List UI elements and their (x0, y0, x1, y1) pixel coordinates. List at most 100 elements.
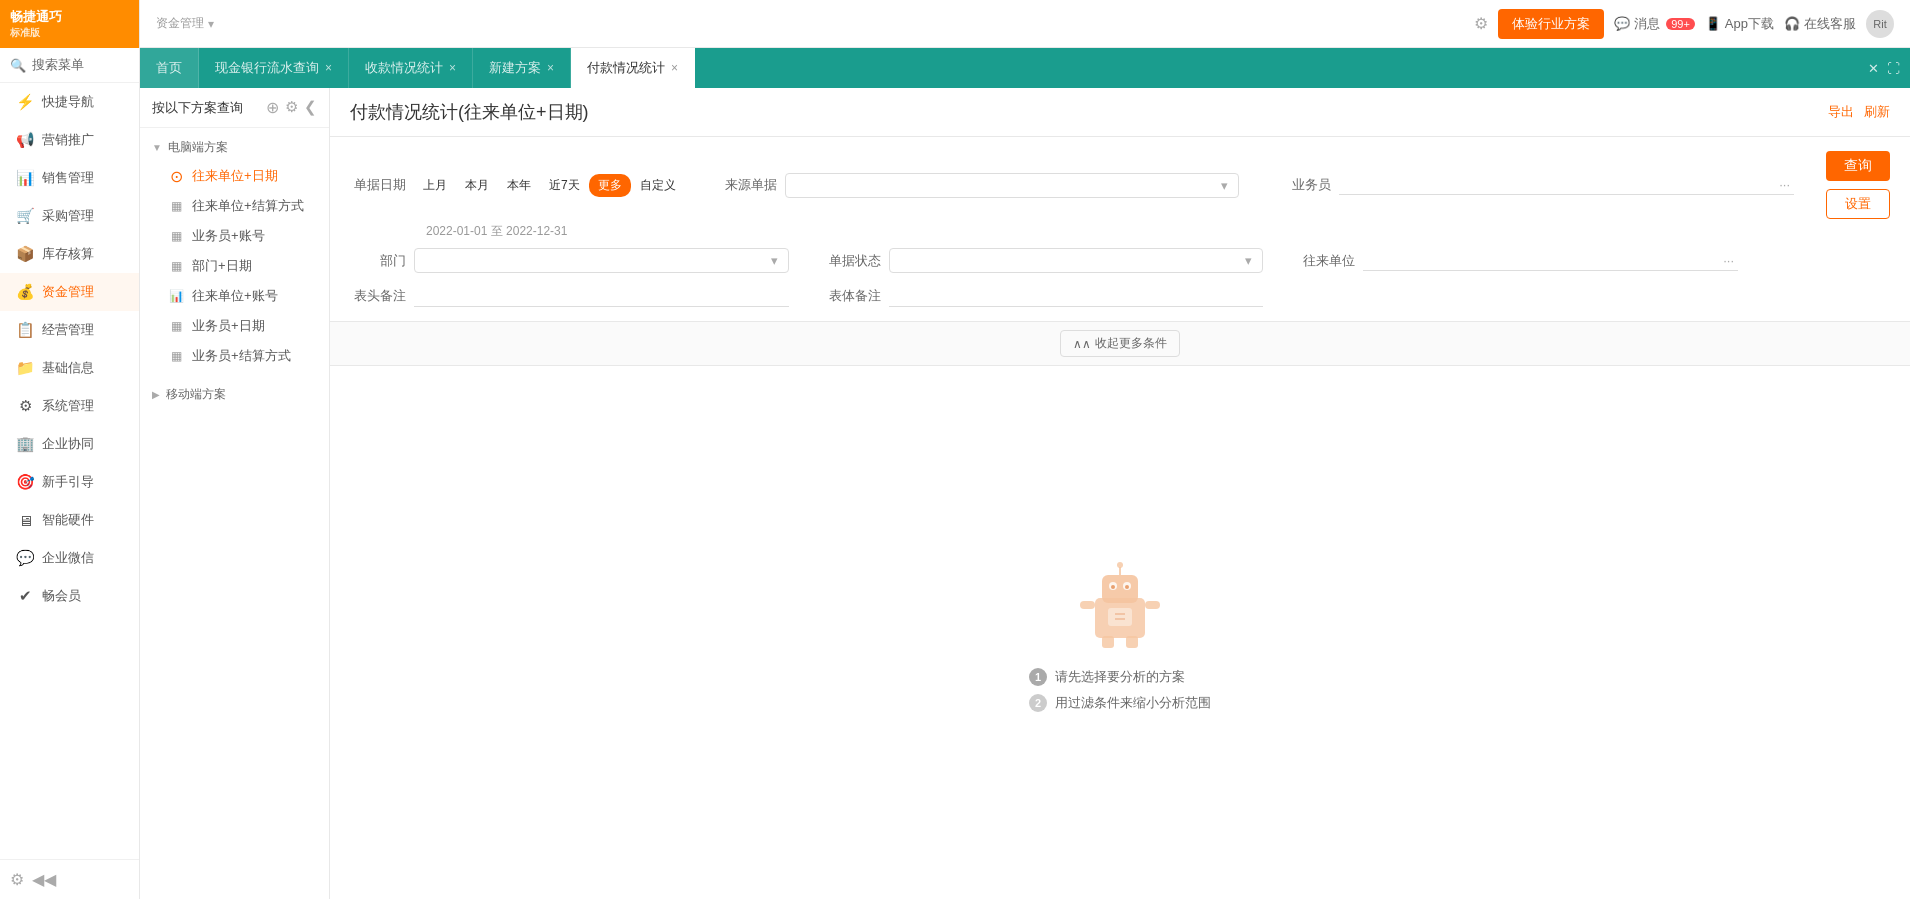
tree-item-salesman-settle[interactable]: ▦ 业务员+结算方式 (140, 341, 329, 371)
close-all-icon[interactable]: ✕ (1868, 61, 1879, 76)
date-custom[interactable]: 自定义 (631, 173, 685, 198)
settings-plan-icon[interactable]: ⚙ (285, 98, 298, 117)
sidebar-item-stock[interactable]: 📦 库存核算 (0, 235, 139, 273)
app-download-button[interactable]: 📱 App下载 (1705, 15, 1774, 33)
svg-rect-8 (1080, 601, 1095, 609)
export-button[interactable]: 导出 (1828, 103, 1854, 121)
date-last-month[interactable]: 上月 (414, 173, 456, 198)
tab-cashflow[interactable]: 现金银行流水查询 × (199, 48, 349, 88)
arrow-down-icon: ▼ (152, 142, 162, 153)
tree-item-counterparty-account[interactable]: 📊 往来单位+账号 (140, 281, 329, 311)
sidebar-item-capital[interactable]: 💰 资金管理 (0, 273, 139, 311)
filter-source-block: 来源单据 ▾ (721, 173, 1240, 198)
sidebar-item-operation[interactable]: 📋 经营管理 (0, 311, 139, 349)
filter-dept-block: 部门 ▾ (350, 248, 789, 273)
chevron-down-icon: ▾ (1221, 178, 1228, 193)
nav-label: 企业协同 (42, 435, 94, 453)
sidebar-item-marketing[interactable]: 📢 营销推广 (0, 121, 139, 159)
logo-name: 畅捷通巧 (10, 8, 62, 26)
plan-icon: ▦ (168, 258, 184, 274)
docstatus-select[interactable]: ▾ (889, 248, 1264, 273)
setting-button[interactable]: 设置 (1826, 189, 1890, 219)
query-button[interactable]: 查询 (1826, 151, 1890, 181)
nav-label: 经营管理 (42, 321, 94, 339)
tree-item-dept-date[interactable]: ▦ 部门+日期 (140, 251, 329, 281)
topbar: 资金管理 ▾ ⚙ 体验行业方案 💬 消息 99+ 📱 App下载 🎧 在线客服 … (140, 0, 1910, 48)
service-label: 在线客服 (1804, 15, 1856, 33)
date-options-group: 上月 本月 本年 近7天 更多 自定义 (414, 173, 685, 198)
svg-rect-10 (1102, 636, 1114, 648)
gear-icon[interactable]: ⚙ (1474, 14, 1488, 33)
collapse-panel-icon[interactable]: ❮ (304, 98, 317, 117)
tab-new-plan[interactable]: 新建方案 × (473, 48, 571, 88)
nav-label: 采购管理 (42, 207, 94, 225)
tree-item-salesman-account[interactable]: ▦ 业务员+账号 (140, 221, 329, 251)
date-more[interactable]: 更多 (589, 174, 631, 197)
nav-label: 畅会员 (42, 587, 81, 605)
message-label: 消息 (1634, 15, 1660, 33)
sidebar-item-system[interactable]: ⚙ 系统管理 (0, 387, 139, 425)
sidebar-item-quick-nav[interactable]: ⚡ 快捷导航 (0, 83, 139, 121)
counterparty-label: 往来单位 (1299, 252, 1355, 270)
header-actions: ⊕ ⚙ ❮ (266, 98, 317, 117)
collapse-sidebar-icon[interactable]: ◀◀ (32, 870, 56, 889)
date-7days[interactable]: 近7天 (540, 173, 589, 198)
tab-home[interactable]: 首页 (140, 48, 199, 88)
sidebar-item-guide[interactable]: 🎯 新手引导 (0, 463, 139, 501)
tab-collection-close[interactable]: × (449, 61, 456, 75)
sidebar-item-purchase[interactable]: 🛒 采购管理 (0, 197, 139, 235)
tab-payment-close[interactable]: × (671, 61, 678, 75)
sidebar-search[interactable]: 🔍 搜索菜单 (0, 48, 139, 83)
sidebar-item-wechat[interactable]: 💬 企业微信 (0, 539, 139, 577)
tree-item-salesman-date[interactable]: ▦ 业务员+日期 (140, 311, 329, 341)
nav-label: 新手引导 (42, 473, 94, 491)
svg-point-7 (1117, 562, 1123, 568)
tab-collection[interactable]: 收款情况统计 × (349, 48, 473, 88)
nav-label: 库存核算 (42, 245, 94, 263)
sidebar-item-enterprise[interactable]: 🏢 企业协同 (0, 425, 139, 463)
dept-select[interactable]: ▾ (414, 248, 789, 273)
date-this-month[interactable]: 本月 (456, 173, 498, 198)
page-header-actions: 导出 刷新 (1828, 103, 1890, 121)
tab-new-plan-close[interactable]: × (547, 61, 554, 75)
empty-state: 1 请先选择要分析的方案 2 用过滤条件来缩小分析范围 (330, 366, 1910, 899)
collapse-button[interactable]: ∧∧ 收起更多条件 (1060, 330, 1180, 357)
svg-rect-9 (1145, 601, 1160, 609)
tree-item-counterparty-settle[interactable]: ▦ 往来单位+结算方式 (140, 191, 329, 221)
date-this-year[interactable]: 本年 (498, 173, 540, 198)
tip-num-1: 1 (1029, 668, 1047, 686)
collapse-label: 收起更多条件 (1095, 335, 1167, 352)
nav-label: 资金管理 (42, 283, 94, 301)
nav-icon-purchase: 🛒 (16, 207, 34, 225)
counterparty-dots[interactable]: ··· (1723, 253, 1734, 268)
settings-icon[interactable]: ⚙ (10, 870, 24, 889)
nav-icon-hardware: 🖥 (16, 511, 34, 529)
tree-item-counterparty-date[interactable]: ⊙ 往来单位+日期 (140, 161, 329, 191)
message-button[interactable]: 💬 消息 99+ (1614, 15, 1695, 33)
filter-salesman-block: 业务员 ··· (1275, 175, 1794, 195)
sidebar-item-sales[interactable]: 📊 销售管理 (0, 159, 139, 197)
trial-button[interactable]: 体验行业方案 (1498, 9, 1604, 39)
nav-icon-sales: 📊 (16, 169, 34, 187)
logo-sub: 标准版 (10, 26, 62, 40)
salesman-dots[interactable]: ··· (1779, 177, 1790, 192)
item-label: 部门+日期 (192, 257, 252, 275)
sidebar-item-hardware[interactable]: 🖥 智能硬件 (0, 501, 139, 539)
tree-pc-label[interactable]: ▼ 电脑端方案 (140, 134, 329, 161)
sidebar-item-basic[interactable]: 📁 基础信息 (0, 349, 139, 387)
tab-payment[interactable]: 付款情况统计 × (571, 48, 695, 88)
dept-label: 部门 (350, 252, 406, 270)
refresh-button[interactable]: 刷新 (1864, 103, 1890, 121)
nav-icon-enterprise: 🏢 (16, 435, 34, 453)
expand-icon[interactable]: ⛶ (1887, 61, 1900, 76)
tab-cashflow-close[interactable]: × (325, 61, 332, 75)
plan-icon: ▦ (168, 318, 184, 334)
sidebar-item-member[interactable]: ✔ 畅会员 (0, 577, 139, 615)
plan-icon: 📊 (168, 288, 184, 304)
avatar[interactable]: Rit (1866, 10, 1894, 38)
chevron-down-icon: ▾ (771, 253, 778, 268)
tree-mobile-label[interactable]: ▶ 移动端方案 (140, 381, 329, 408)
service-button[interactable]: 🎧 在线客服 (1784, 15, 1856, 33)
source-select[interactable]: ▾ (785, 173, 1240, 198)
add-icon[interactable]: ⊕ (266, 98, 279, 117)
